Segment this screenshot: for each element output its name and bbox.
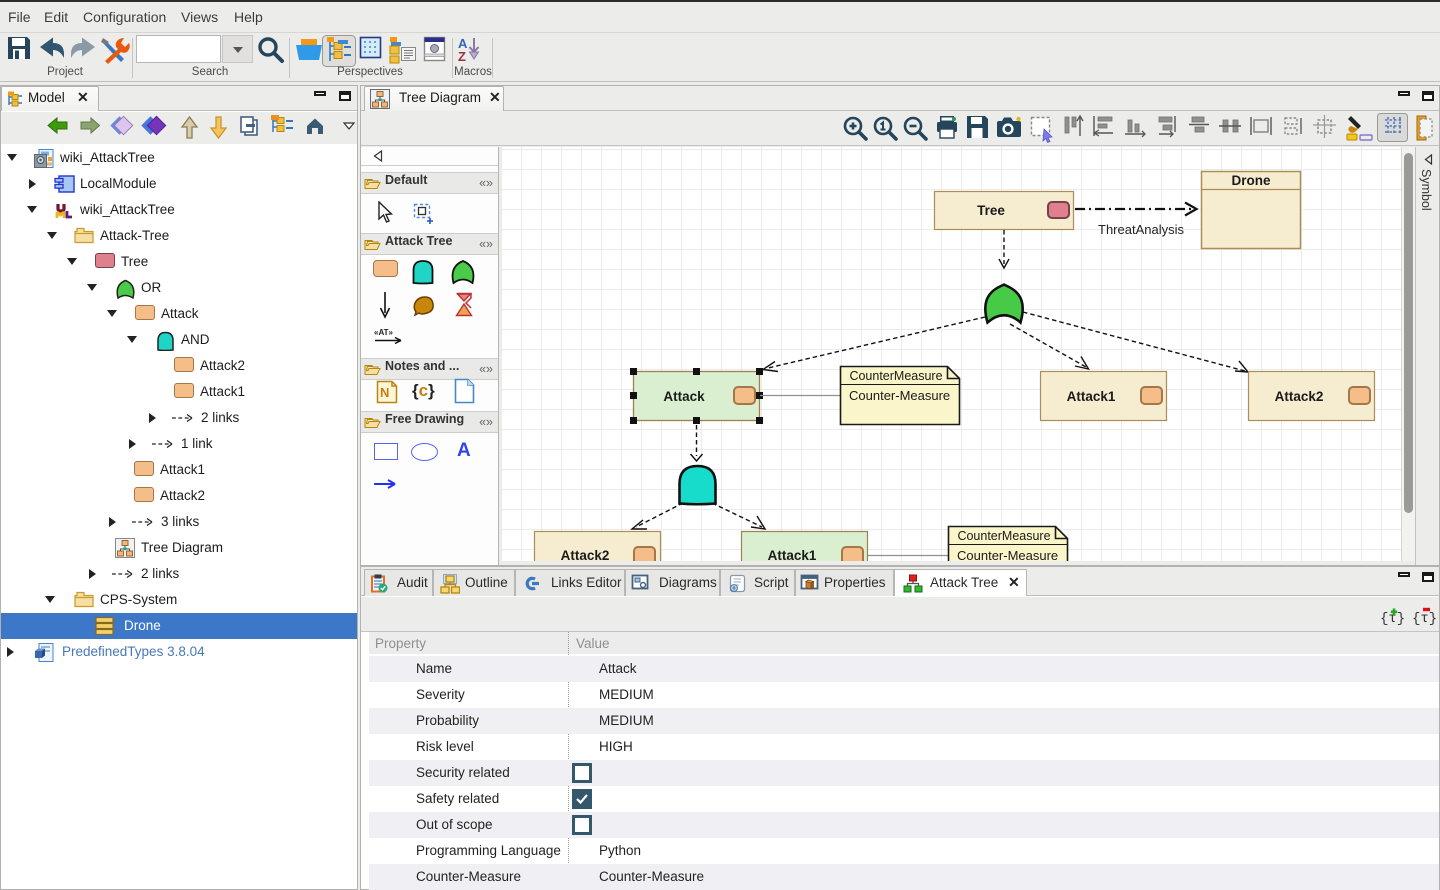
svg-text:«AT»: «AT»: [374, 328, 394, 337]
svg-text:N: N: [380, 385, 389, 400]
svg-text:Tree: Tree: [977, 203, 1005, 218]
svg-text:CounterMeasure: CounterMeasure: [849, 369, 942, 383]
svg-text:{τ}: {τ}: [1412, 611, 1437, 627]
svg-text:Attack1: Attack1: [768, 548, 817, 561]
svg-text:ThreatAnalysis: ThreatAnalysis: [1098, 222, 1184, 237]
svg-text:Attack1: Attack1: [1067, 389, 1116, 404]
svg-text:{τ}: {τ}: [1380, 611, 1405, 627]
svg-text:Attack2: Attack2: [1275, 389, 1324, 404]
svg-text:Counter-Measure: Counter-Measure: [849, 388, 950, 403]
svg-text:Attack2: Attack2: [561, 548, 610, 561]
svg-text:Drone: Drone: [1231, 173, 1270, 188]
svg-text:Attack: Attack: [663, 389, 705, 404]
svg-text:Z: Z: [458, 49, 466, 64]
svg-text:Counter-Measure: Counter-Measure: [957, 548, 1058, 561]
svg-text:CounterMeasure: CounterMeasure: [957, 529, 1050, 543]
